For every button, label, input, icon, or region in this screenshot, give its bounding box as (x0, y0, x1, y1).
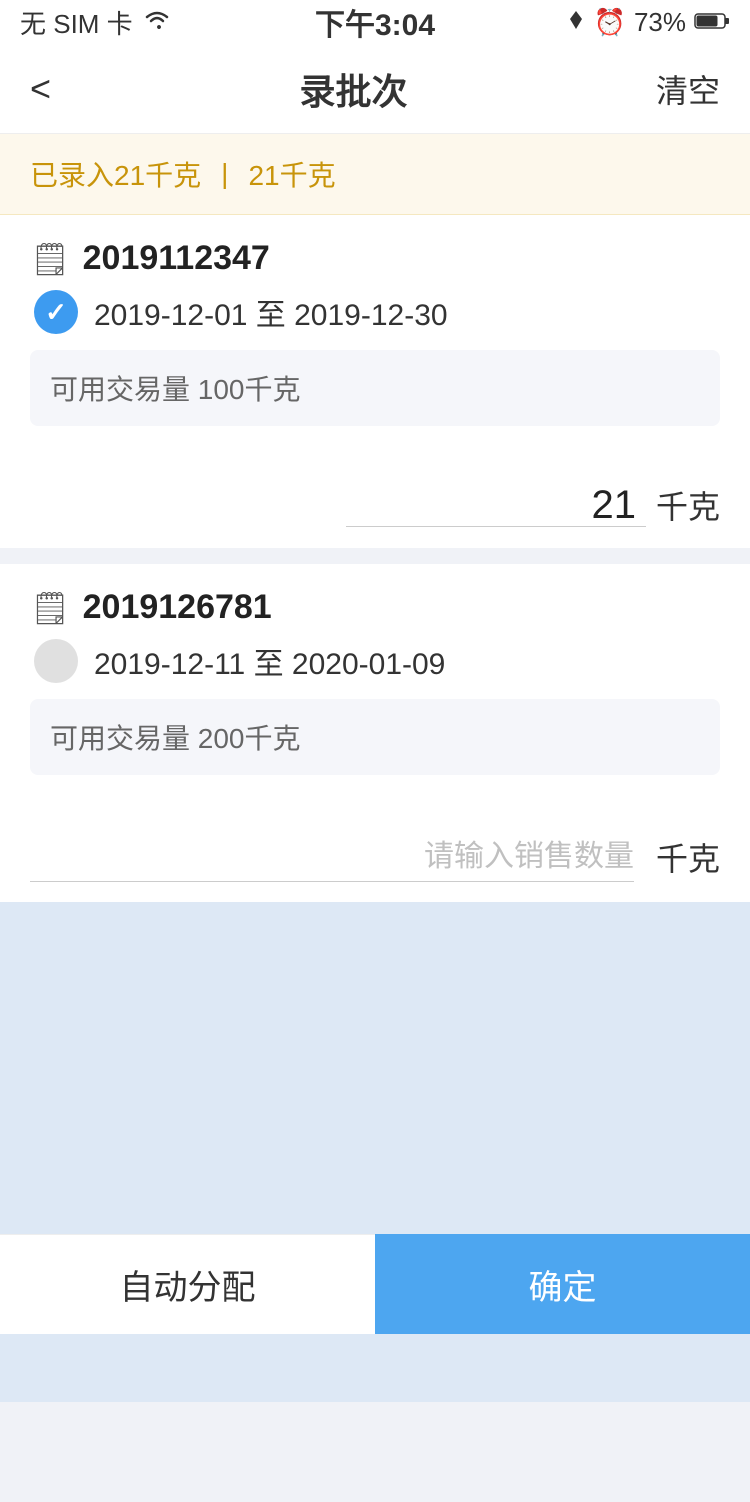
battery-label: 73% (634, 7, 686, 38)
qty-placeholder: 请输入销售数量 (424, 831, 634, 875)
location-icon (566, 7, 586, 38)
status-left: 无 SIM 卡 (20, 4, 171, 41)
batch-id-1: 2019112347 (83, 239, 270, 278)
radio-selected-1[interactable]: ✓ (34, 290, 78, 334)
qty-input-row-2: 请输入销售数量 千克 (0, 815, 750, 902)
batch-icon-2: 🗒 (30, 589, 71, 627)
batch-item-1: 🗒 2019112347 ✓ 2019-12-01 至 2019-12-30 可… (0, 215, 750, 466)
back-button[interactable]: < (30, 68, 51, 110)
qty-row-1: 21 千克 (0, 466, 750, 548)
qty-input-unit: 千克 (656, 834, 720, 880)
confirm-button[interactable]: 确定 (375, 1234, 750, 1334)
wifi-icon (143, 7, 171, 38)
qty-value-1[interactable]: 21 (346, 483, 646, 528)
batch-date-row-2[interactable]: 2019-12-11 至 2020-01-09 (30, 639, 720, 683)
qty-unit-1: 千克 (656, 482, 720, 528)
summary-amount: 21千克 (248, 154, 335, 194)
batch-header-1: 🗒 2019112347 (30, 239, 720, 278)
batch-header-2: 🗒 2019126781 (30, 588, 720, 627)
bottom-bar: 自动分配 确定 (0, 1234, 750, 1334)
check-icon: ✓ (45, 297, 67, 328)
batch-id-2: 2019126781 (83, 588, 272, 627)
summary-bar: 已录入21千克 | 21千克 (0, 134, 750, 215)
page-title: 录批次 (300, 63, 408, 115)
alarm-icon: ⏰ (594, 7, 626, 38)
status-bar: 无 SIM 卡 下午3:04 ⏰ 73% (0, 0, 750, 44)
qty-input-container[interactable]: 请输入销售数量 (30, 831, 634, 882)
qty-underline-1: 21 (346, 483, 646, 527)
batch-date-2: 2019-12-11 至 2020-01-09 (94, 639, 445, 683)
auto-distribute-button[interactable]: 自动分配 (0, 1234, 375, 1334)
batch-date-row-1[interactable]: ✓ 2019-12-01 至 2019-12-30 (30, 290, 720, 334)
batch-avail-1: 可用交易量 100千克 (30, 350, 720, 426)
recorded-label: 已录入21千克 (30, 154, 201, 194)
nav-bar: < 录批次 清空 (0, 44, 750, 134)
batch-item-2: 🗒 2019126781 2019-12-11 至 2020-01-09 可用交… (0, 564, 750, 815)
batch-avail-2: 可用交易量 200千克 (30, 699, 720, 775)
battery-icon (694, 7, 730, 38)
status-right: ⏰ 73% (566, 7, 730, 38)
batch-date-1: 2019-12-01 至 2019-12-30 (94, 290, 448, 334)
summary-divider: | (221, 158, 228, 190)
batch-icon-1: 🗒 (30, 240, 71, 278)
radio-unselected-2[interactable] (34, 639, 78, 683)
status-time: 下午3:04 (315, 0, 435, 44)
no-sim-label: 无 SIM 卡 (20, 4, 133, 41)
section-divider (0, 548, 750, 564)
clear-button[interactable]: 清空 (656, 66, 720, 112)
